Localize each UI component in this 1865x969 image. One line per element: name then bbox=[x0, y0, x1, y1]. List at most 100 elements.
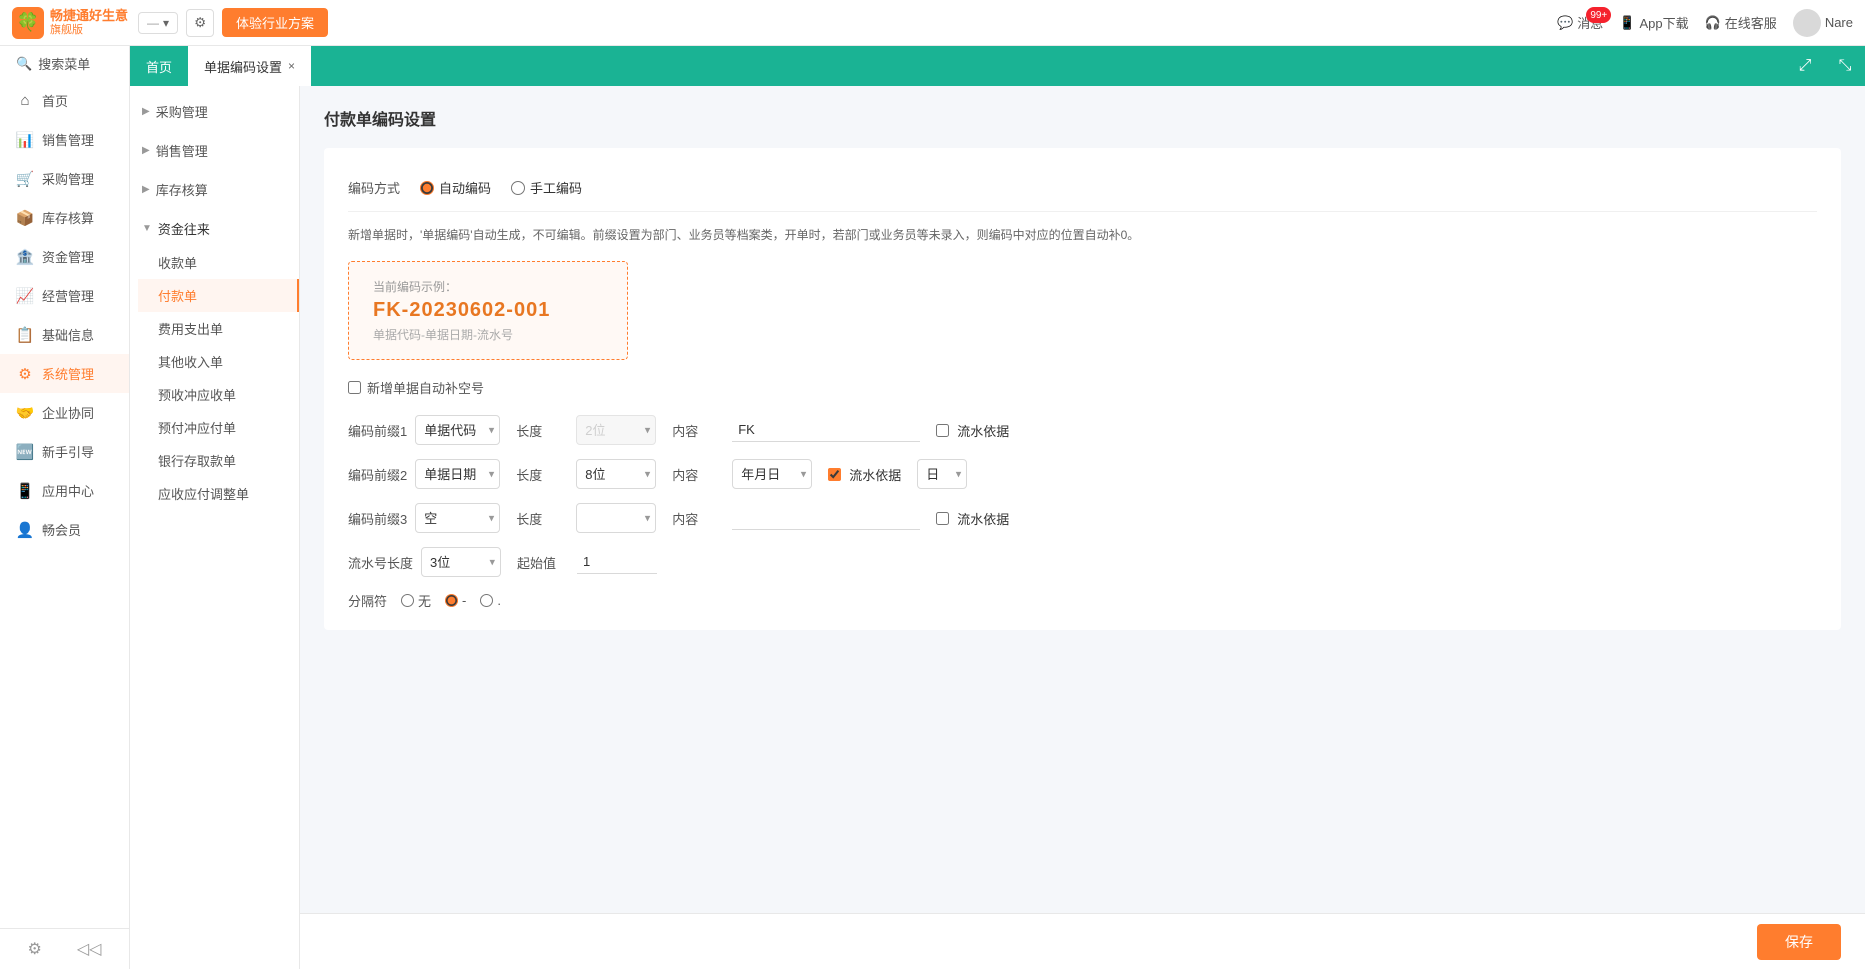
save-button[interactable]: 保存 bbox=[1757, 924, 1841, 960]
sidebar-item-inventory[interactable]: 📦 库存核算 bbox=[0, 198, 129, 237]
sub-item-receipt[interactable]: 收款单 bbox=[138, 246, 299, 279]
sep-dash-radio[interactable] bbox=[445, 594, 458, 607]
sep-dash-label[interactable]: - bbox=[445, 593, 466, 608]
company-dropdown[interactable]: — ▾ bbox=[138, 12, 178, 34]
guide-icon: 🆕 bbox=[16, 443, 34, 461]
start-value-label: 起始值 bbox=[517, 553, 569, 572]
manual-radio-label[interactable]: 手工编码 bbox=[511, 178, 582, 197]
sidebar-item-home[interactable]: ⌂ 首页 bbox=[0, 81, 129, 120]
service-item[interactable]: 🎧 在线客服 bbox=[1705, 13, 1777, 32]
sidebar-item-guide[interactable]: 🆕 新手引导 bbox=[0, 432, 129, 471]
auto-fill-label: 新增单据自动补空号 bbox=[367, 378, 484, 397]
prefix2-field: 编码前缀2 单据日期 单据代码 空 bbox=[348, 459, 500, 489]
sub-group-inventory: ▶ 库存核算 bbox=[130, 172, 299, 207]
sub-item-advance-receivable[interactable]: 预收冲应收单 bbox=[138, 378, 299, 411]
messages-badge: 99+ bbox=[1586, 7, 1611, 23]
logo-icon: 🍀 bbox=[12, 7, 44, 39]
prefix3-content-label: 内容 bbox=[672, 509, 724, 528]
sub-item-bank-deposit[interactable]: 银行存取款单 bbox=[138, 444, 299, 477]
prefix2-cycle-wrapper: 日 月 年 bbox=[917, 459, 967, 489]
sidebar-item-enterprise[interactable]: 🤝 企业协同 bbox=[0, 393, 129, 432]
sep-none-radio[interactable] bbox=[401, 594, 414, 607]
sub-header-purchase[interactable]: ▶ 采购管理 bbox=[130, 94, 299, 129]
prefix1-content-input[interactable] bbox=[732, 418, 920, 442]
tab-collapse-icon[interactable]: ⤡ bbox=[1825, 46, 1865, 86]
sidebar-settings-icon[interactable]: ⚙ bbox=[28, 939, 42, 959]
prefix1-stream-checkbox[interactable] bbox=[936, 424, 949, 437]
sub-item-advance-payable[interactable]: 预付冲应付单 bbox=[138, 411, 299, 444]
sidebar-collapse-icon[interactable]: ◁◁ bbox=[77, 939, 102, 959]
prefix1-content-label: 内容 bbox=[672, 421, 724, 440]
prefix1-length-field: 长度 2位 bbox=[516, 415, 656, 445]
save-bar: 保存 bbox=[300, 913, 1865, 969]
sidebar-item-finance[interactable]: 🏦 资金管理 bbox=[0, 237, 129, 276]
sidebar-item-member[interactable]: 👤 畅会员 bbox=[0, 510, 129, 549]
sub-header-inventory[interactable]: ▶ 库存核算 bbox=[130, 172, 299, 207]
prefix3-length-label: 长度 bbox=[516, 509, 568, 528]
tab-close-icon[interactable]: × bbox=[288, 59, 295, 73]
prefix1-length-label: 长度 bbox=[516, 421, 568, 440]
app-download-item[interactable]: 📱 App下载 bbox=[1619, 13, 1688, 32]
service-label: 在线客服 bbox=[1725, 13, 1777, 32]
settings-button[interactable]: ⚙ bbox=[186, 9, 214, 37]
preview-label: 当前编码示例： bbox=[373, 278, 603, 295]
user-area[interactable]: Nare bbox=[1793, 9, 1853, 37]
prefix2-label: 编码前缀2 bbox=[348, 465, 407, 484]
headset-icon: 🎧 bbox=[1705, 15, 1721, 31]
prefix3-length-select[interactable] bbox=[576, 503, 656, 533]
prefix2-content-label: 内容 bbox=[672, 465, 724, 484]
prefix2-select[interactable]: 单据日期 单据代码 空 bbox=[415, 459, 500, 489]
sub-item-expense[interactable]: 费用支出单 bbox=[138, 312, 299, 345]
sidebar-item-basic[interactable]: 📋 基础信息 bbox=[0, 315, 129, 354]
prefix1-length-wrapper: 2位 bbox=[576, 415, 656, 445]
tab-expand-icon[interactable]: ⤢ bbox=[1785, 46, 1825, 86]
prefix3-row: 编码前缀3 空 单据代码 单据日期 长度 bbox=[348, 503, 1817, 533]
sep-dot-radio[interactable] bbox=[480, 594, 493, 607]
prefix2-content-wrapper: 年月日 年月 年 bbox=[732, 459, 812, 489]
prefix2-content-select[interactable]: 年月日 年月 年 bbox=[732, 459, 812, 489]
sidebar-item-apps[interactable]: 📱 应用中心 bbox=[0, 471, 129, 510]
inventory-icon: 📦 bbox=[16, 209, 34, 227]
prefix3-content-input[interactable] bbox=[732, 506, 920, 530]
auto-radio-label[interactable]: 自动编码 bbox=[420, 178, 491, 197]
sidebar-item-sales[interactable]: 📊 销售管理 bbox=[0, 120, 129, 159]
sub-item-payment[interactable]: 付款单 bbox=[138, 279, 299, 312]
messages-item[interactable]: 💬 消息 99+ bbox=[1557, 13, 1603, 32]
prefix1-stream-field: 流水依据 bbox=[936, 421, 1009, 440]
tab-bar-controls: ⤢ ⤡ bbox=[1785, 46, 1865, 86]
sub-header-capital[interactable]: ▼ 资金往来 bbox=[130, 211, 299, 246]
prefix1-length-select[interactable]: 2位 bbox=[576, 415, 656, 445]
sep-none-label[interactable]: 无 bbox=[401, 591, 431, 610]
tab-current[interactable]: 单据编码设置 × bbox=[188, 46, 311, 86]
serial-length-select[interactable]: 3位 4位 5位 bbox=[421, 547, 501, 577]
search-menu-item[interactable]: 🔍 搜索菜单 bbox=[0, 46, 129, 81]
sidebar-item-operation[interactable]: 📈 经营管理 bbox=[0, 276, 129, 315]
manual-radio-input[interactable] bbox=[511, 181, 525, 195]
prefix1-select[interactable]: 单据代码 单据日期 空 bbox=[415, 415, 500, 445]
chevron-down-icon: ▾ bbox=[163, 16, 169, 30]
sidebar-item-purchase[interactable]: 🛒 采购管理 bbox=[0, 159, 129, 198]
serial-length-label: 流水号长度 bbox=[348, 553, 413, 572]
sub-item-other-income[interactable]: 其他收入单 bbox=[138, 345, 299, 378]
search-icon: 🔍 bbox=[16, 56, 32, 72]
serial-length-wrapper: 3位 4位 5位 bbox=[421, 547, 501, 577]
experience-button[interactable]: 体验行业方案 bbox=[222, 8, 328, 37]
prefix3-select[interactable]: 空 单据代码 单据日期 bbox=[415, 503, 500, 533]
prefix2-cycle-select[interactable]: 日 月 年 bbox=[917, 459, 967, 489]
sidebar-item-system[interactable]: ⚙ 系统管理 bbox=[0, 354, 129, 393]
sep-dot-label[interactable]: . bbox=[480, 593, 501, 608]
tab-home[interactable]: 首页 bbox=[130, 46, 188, 86]
sub-item-ar-ap-adjust[interactable]: 应收应付调整单 bbox=[138, 477, 299, 510]
auto-radio-input[interactable] bbox=[420, 181, 434, 195]
prefix3-stream-checkbox[interactable] bbox=[936, 512, 949, 525]
prefix1-select-wrapper: 单据代码 单据日期 空 bbox=[415, 415, 500, 445]
auto-fill-checkbox[interactable] bbox=[348, 381, 361, 394]
prefix2-stream-checkbox[interactable] bbox=[828, 468, 841, 481]
apps-icon: 📱 bbox=[16, 482, 34, 500]
preview-desc: 单据代码-单据日期-流水号 bbox=[373, 326, 603, 343]
start-value-input[interactable] bbox=[577, 550, 657, 574]
sub-header-sales[interactable]: ▶ 销售管理 bbox=[130, 133, 299, 168]
user-name: Nare bbox=[1825, 15, 1853, 30]
prefix2-length-select[interactable]: 8位 4位 6位 bbox=[576, 459, 656, 489]
sub-header-sales-label: 销售管理 bbox=[156, 141, 208, 160]
